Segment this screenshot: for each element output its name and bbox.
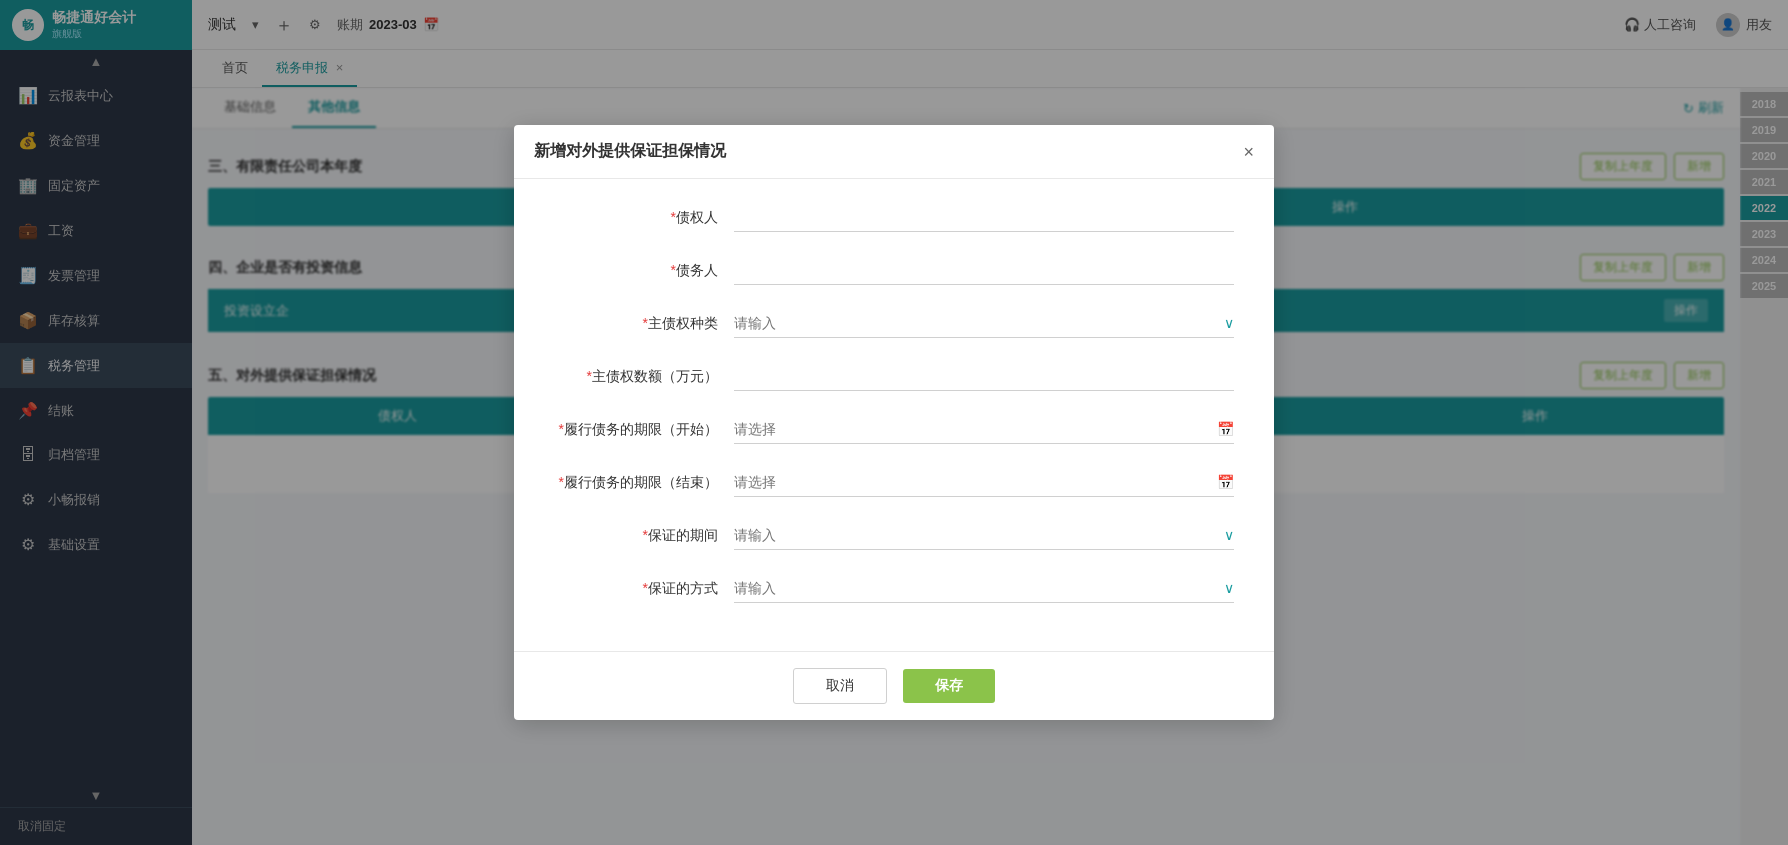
add-guarantee-modal: 新增对外提供保证担保情况 × *债权人 *债务人 *主债权种类 bbox=[514, 125, 1274, 720]
cancel-button[interactable]: 取消 bbox=[793, 668, 887, 704]
form-input-creditor[interactable] bbox=[734, 203, 1234, 232]
form-select-input-guarantee-period[interactable] bbox=[734, 527, 1224, 543]
form-row-debt-amount: *主债权数额（万元） bbox=[554, 362, 1234, 391]
form-row-guarantee-period: *保证的期间 ∨ bbox=[554, 521, 1234, 550]
form-label-period-start: *履行债务的期限（开始） bbox=[554, 421, 734, 439]
form-row-period-end: *履行债务的期限（结束） 📅 bbox=[554, 468, 1234, 497]
form-row-debt-type: *主债权种类 ∨ bbox=[554, 309, 1234, 338]
save-button[interactable]: 保存 bbox=[903, 669, 995, 703]
select-arrow-debt-type[interactable]: ∨ bbox=[1224, 315, 1234, 331]
form-date-period-start[interactable]: 📅 bbox=[734, 415, 1234, 444]
modal-overlay: 新增对外提供保证担保情况 × *债权人 *债务人 *主债权种类 bbox=[0, 0, 1788, 845]
form-label-debtor: *债务人 bbox=[554, 262, 734, 280]
form-label-debt-type: *主债权种类 bbox=[554, 315, 734, 333]
form-select-guarantee-period[interactable]: ∨ bbox=[734, 521, 1234, 550]
form-date-input-period-end[interactable] bbox=[734, 474, 1217, 490]
form-date-input-period-start[interactable] bbox=[734, 421, 1217, 437]
modal-title: 新增对外提供保证担保情况 bbox=[534, 141, 726, 162]
form-input-debt-amount[interactable] bbox=[734, 362, 1234, 391]
form-row-guarantee-method: *保证的方式 ∨ bbox=[554, 574, 1234, 603]
form-label-guarantee-period: *保证的期间 bbox=[554, 527, 734, 545]
select-arrow-guarantee-method[interactable]: ∨ bbox=[1224, 580, 1234, 596]
modal-header: 新增对外提供保证担保情况 × bbox=[514, 125, 1274, 179]
form-label-guarantee-method: *保证的方式 bbox=[554, 580, 734, 598]
form-label-period-end: *履行债务的期限（结束） bbox=[554, 474, 734, 492]
form-select-debt-type[interactable]: ∨ bbox=[734, 309, 1234, 338]
form-select-input-debt-type[interactable] bbox=[734, 315, 1224, 331]
form-select-input-guarantee-method[interactable] bbox=[734, 580, 1224, 596]
form-row-period-start: *履行债务的期限（开始） 📅 bbox=[554, 415, 1234, 444]
select-arrow-guarantee-period[interactable]: ∨ bbox=[1224, 527, 1234, 543]
calendar-icon-end[interactable]: 📅 bbox=[1217, 474, 1234, 490]
modal-close-button[interactable]: × bbox=[1243, 143, 1254, 161]
modal-body: *债权人 *债务人 *主债权种类 ∨ bbox=[514, 179, 1274, 651]
form-row-creditor: *债权人 bbox=[554, 203, 1234, 232]
form-label-creditor: *债权人 bbox=[554, 209, 734, 227]
form-select-guarantee-method[interactable]: ∨ bbox=[734, 574, 1234, 603]
form-label-debt-amount: *主债权数额（万元） bbox=[554, 368, 734, 386]
calendar-icon-start[interactable]: 📅 bbox=[1217, 421, 1234, 437]
form-input-debtor[interactable] bbox=[734, 256, 1234, 285]
form-row-debtor: *债务人 bbox=[554, 256, 1234, 285]
modal-footer: 取消 保存 bbox=[514, 651, 1274, 720]
form-date-period-end[interactable]: 📅 bbox=[734, 468, 1234, 497]
